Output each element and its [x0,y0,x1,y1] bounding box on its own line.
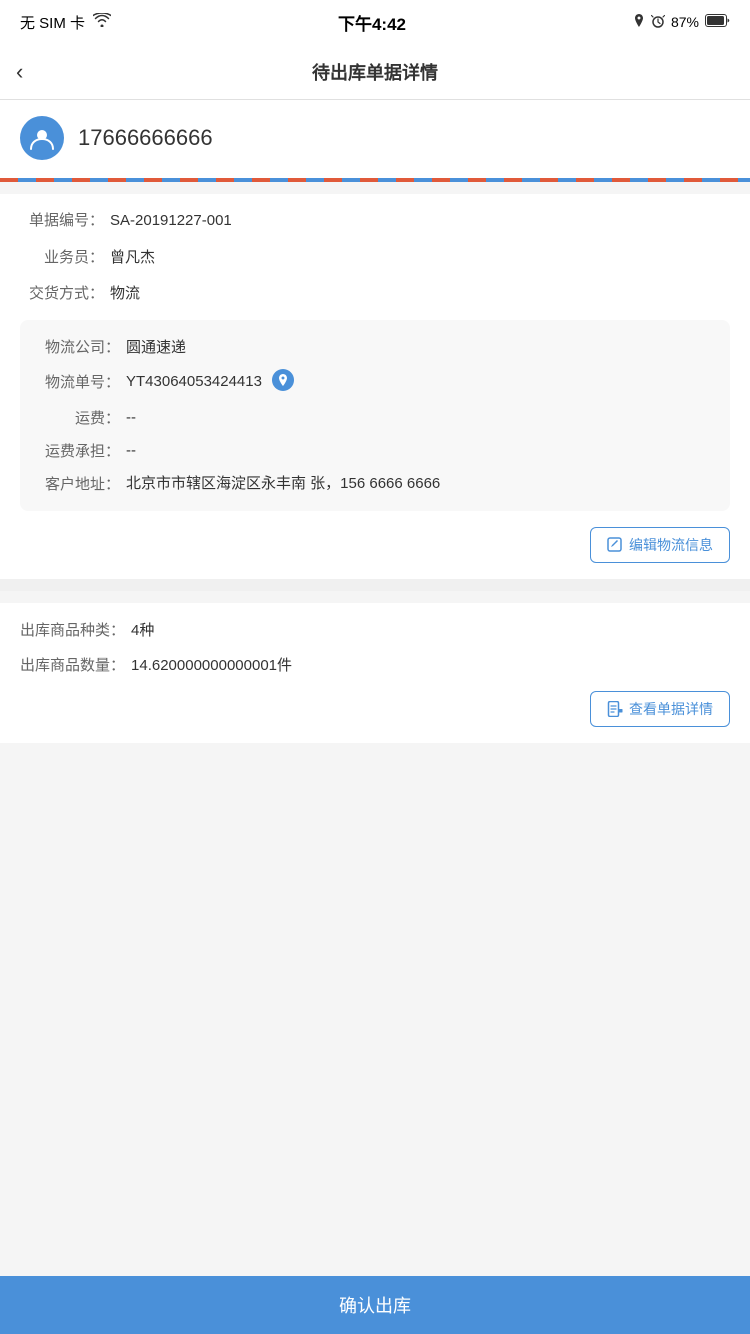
customer-header: 17666666666 [0,100,750,176]
alarm-status-icon [651,14,665,31]
freight-row: 运费： -- [36,407,714,428]
order-no-value: SA-20191227-001 [110,210,730,233]
doc-icon [607,701,623,717]
order-no-label: 单据编号： [20,210,110,233]
goods-type-row: 出库商品种类： 4种 [20,619,730,640]
confirm-button[interactable]: 确认出库 [20,1292,730,1318]
goods-quantity-value: 14.620000000000001件 [131,654,292,675]
edit-icon [607,537,623,553]
no-sim-text: 无 SIM 卡 [20,12,85,33]
order-no-row: 单据编号： SA-20191227-001 [20,210,730,233]
freight-bearer-row: 运费承担： -- [36,440,714,461]
freight-value: -- [126,409,714,426]
freight-label: 运费： [36,407,126,428]
customer-phone: 17666666666 [78,125,213,151]
company-label: 物流公司： [36,336,126,357]
edit-logistics-label: 编辑物流信息 [629,535,713,555]
tracking-row: 物流单号： YT43064053424413 [36,369,714,395]
tracking-label: 物流单号： [36,371,126,392]
salesperson-row: 业务员： 曾凡杰 [20,247,730,270]
status-bar: 无 SIM 卡 下午4:42 87% [0,0,750,44]
section-separator-1 [0,579,750,591]
tracking-number: YT43064053424413 [126,373,262,390]
status-left: 无 SIM 卡 [20,12,111,33]
location-status-icon [633,14,645,31]
nav-bar: ‹ 待出库单据详情 [0,44,750,100]
freight-bearer-label: 运费承担： [36,440,126,461]
address-label: 客户地址： [36,473,126,494]
confirm-button-container: 确认出库 [0,1276,750,1334]
salesperson-label: 业务员： [20,247,110,270]
wifi-icon [93,13,111,31]
bottom-spacer [0,743,750,883]
battery-icon [705,14,730,30]
edit-logistics-button[interactable]: 编辑物流信息 [590,527,730,563]
address-row: 客户地址： 北京市市辖区海淀区永丰南 张，156 6666 6666 [36,473,714,496]
avatar [20,116,64,160]
basic-info-section: 单据编号： SA-20191227-001 业务员： 曾凡杰 交货方式： 物流 … [0,194,750,579]
goods-section: 出库商品种类： 4种 出库商品数量： 14.620000000000001件 查… [0,603,750,743]
goods-type-value: 4种 [131,619,154,640]
battery-text: 87% [671,14,699,30]
page-title: 待出库单据详情 [312,59,438,85]
goods-type-label: 出库商品种类： [20,619,131,640]
delivery-row: 交货方式： 物流 [20,283,730,306]
logistics-card: 物流公司： 圆通速递 物流单号： YT43064053424413 运费： [20,320,730,512]
tracking-value: YT43064053424413 [126,369,714,395]
salesperson-value: 曾凡杰 [110,247,730,270]
dashed-divider [0,176,750,182]
view-detail-button[interactable]: 查看单据详情 [590,691,730,727]
view-detail-label: 查看单据详情 [629,699,713,719]
company-value: 圆通速递 [126,336,714,357]
goods-quantity-row: 出库商品数量： 14.620000000000001件 [20,654,730,675]
edit-button-row: 编辑物流信息 [20,527,730,563]
freight-bearer-value: -- [126,442,714,459]
delivery-value: 物流 [110,283,730,306]
status-time: 下午4:42 [338,10,406,35]
goods-quantity-label: 出库商品数量： [20,654,131,675]
delivery-label: 交货方式： [20,283,110,306]
map-pin-icon[interactable] [272,369,294,395]
company-row: 物流公司： 圆通速递 [36,336,714,357]
back-button[interactable]: ‹ [16,59,23,85]
view-detail-button-row: 查看单据详情 [20,691,730,727]
status-right: 87% [633,14,730,31]
address-value: 北京市市辖区海淀区永丰南 张，156 6666 6666 [126,473,714,496]
